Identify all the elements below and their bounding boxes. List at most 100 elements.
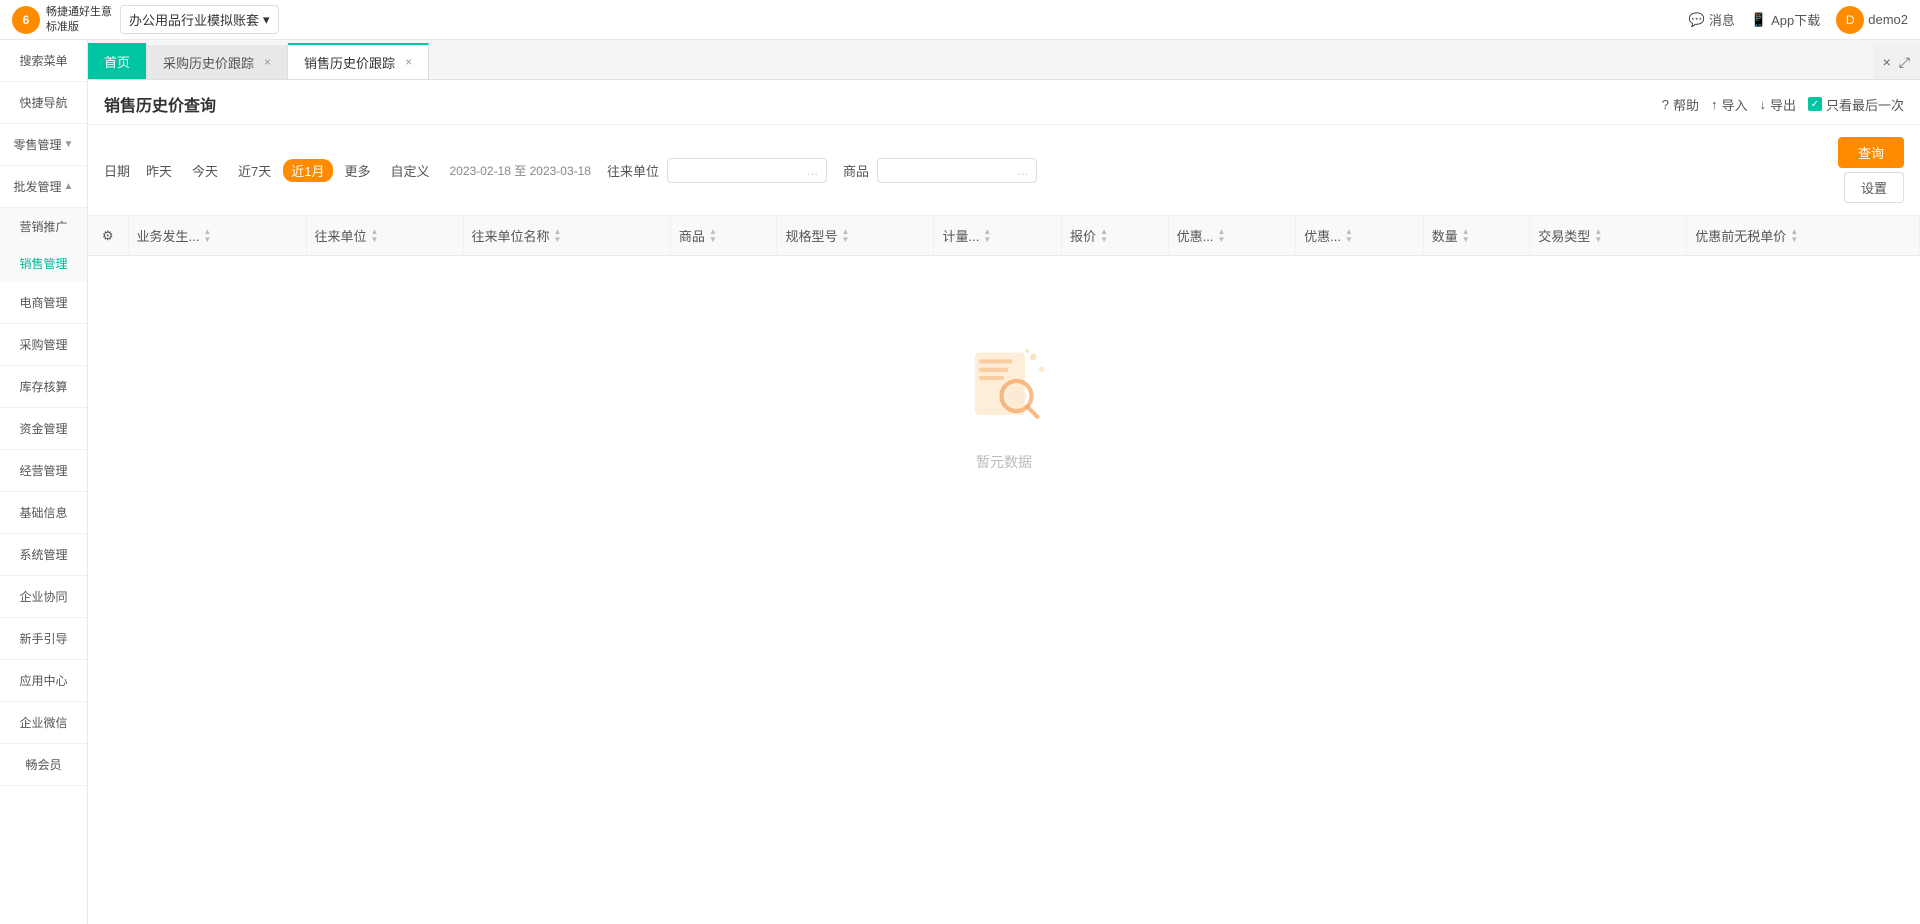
page-title: 销售历史价查询 — [104, 92, 216, 116]
th-trade-type[interactable]: 交易类型 ▲▼ — [1530, 216, 1687, 256]
message-btn[interactable]: 💬 消息 — [1689, 10, 1735, 29]
counterpart-label: 往来单位 — [607, 161, 659, 180]
date-opt-yesterday[interactable]: 昨天 — [138, 159, 180, 182]
chevron-down-icon: ▼ — [64, 139, 74, 150]
data-table: ⚙ 业务发生... ▲▼ 往来单位 — [88, 216, 1920, 256]
sidebar-item-search[interactable]: 搜索菜单 — [0, 40, 87, 82]
tab-purchase-history[interactable]: 采购历史价跟踪 × — [147, 45, 288, 79]
user-menu[interactable]: D demo2 — [1836, 6, 1908, 34]
sidebar-item-members[interactable]: 畅会员 — [0, 744, 87, 786]
main-layout: 搜索菜单 快捷导航 零售管理 ▼ 批发管理 ▲ 营销推广 销售管理 电商管理 采… — [0, 40, 1920, 924]
help-btn[interactable]: ? 帮助 — [1662, 95, 1699, 114]
empty-text: 暂元数据 — [976, 452, 1032, 472]
date-opt-custom[interactable]: 自定义 — [383, 159, 438, 182]
sort-icon: ▲▼ — [1217, 228, 1225, 244]
sort-icon: ▲▼ — [203, 228, 211, 244]
empty-state: 暂元数据 — [88, 256, 1920, 552]
sort-icon: ▲▼ — [709, 228, 717, 244]
sidebar-item-finance[interactable]: 资金管理 — [0, 408, 87, 450]
sidebar: 搜索菜单 快捷导航 零售管理 ▼ 批发管理 ▲ 营销推广 销售管理 电商管理 采… — [0, 40, 88, 924]
date-range-display: 2023-02-18 至 2023-03-18 — [450, 162, 591, 179]
date-opt-1month[interactable]: 近1月 — [283, 159, 332, 182]
th-biz-date[interactable]: 业务发生... ▲▼ — [128, 216, 306, 256]
date-opt-7days[interactable]: 近7天 — [230, 159, 279, 182]
counterpart-filter-group: 往来单位 ... — [607, 158, 827, 183]
chevron-down-icon: ▾ — [263, 12, 270, 28]
sort-icon: ▲▼ — [842, 228, 850, 244]
sidebar-item-quicknav[interactable]: 快捷导航 — [0, 82, 87, 124]
content-area: 销售历史价查询 ? 帮助 ↑ 导入 ↓ 导出 ✓ — [88, 80, 1920, 924]
sidebar-item-marketing[interactable]: 营销推广 — [0, 208, 87, 245]
page-actions: ? 帮助 ↑ 导入 ↓ 导出 ✓ 只看最后一次 — [1662, 95, 1904, 114]
th-counterpart[interactable]: 往来单位 ▲▼ — [306, 216, 463, 256]
th-spec[interactable]: 规格型号 ▲▼ — [777, 216, 934, 256]
close-sales-tab-icon[interactable]: × — [405, 55, 412, 69]
workspace-dropdown[interactable]: 办公用品行业模拟账套 ▾ — [120, 5, 279, 34]
sidebar-item-wechat[interactable]: 企业微信 — [0, 702, 87, 744]
mobile-icon: 📱 — [1751, 12, 1767, 28]
table-header-row: ⚙ 业务发生... ▲▼ 往来单位 — [88, 216, 1920, 256]
goods-filter-group: 商品 ... — [843, 158, 1037, 183]
empty-state-icon — [954, 336, 1054, 436]
logo-text: 畅捷通好生意 标准版 — [46, 5, 112, 34]
checkbox-icon: ✓ — [1808, 97, 1822, 111]
close-tab-btn[interactable]: × — [1883, 54, 1891, 70]
gear-icon: ⚙ — [102, 228, 114, 243]
logo-icon: 6 — [12, 6, 40, 34]
app-download-btn[interactable]: 📱 App下载 — [1751, 10, 1820, 29]
th-discount1[interactable]: 优惠... ▲▼ — [1168, 216, 1296, 256]
th-settings[interactable]: ⚙ — [88, 216, 128, 256]
sidebar-item-ecommerce[interactable]: 电商管理 — [0, 282, 87, 324]
sidebar-item-sales[interactable]: 销售管理 — [0, 245, 87, 282]
sidebar-item-enterprise[interactable]: 企业协同 — [0, 576, 87, 618]
tab-home[interactable]: 首页 — [88, 43, 147, 79]
th-unit[interactable]: 计量... ▲▼ — [934, 216, 1062, 256]
tab-bar: 首页 采购历史价跟踪 × 销售历史价跟踪 × × ⤢ — [88, 40, 1920, 80]
header-right: 💬 消息 📱 App下载 D demo2 — [1689, 6, 1908, 34]
page-header: 销售历史价查询 ? 帮助 ↑ 导入 ↓ 导出 ✓ — [88, 80, 1920, 125]
date-label: 日期 — [104, 161, 130, 180]
only-last-checkbox[interactable]: ✓ 只看最后一次 — [1808, 95, 1904, 114]
header-left: 6 畅捷通好生意 标准版 办公用品行业模拟账套 ▾ — [12, 5, 279, 34]
sidebar-item-basic-info[interactable]: 基础信息 — [0, 492, 87, 534]
help-icon: ? — [1662, 97, 1669, 112]
date-opt-today[interactable]: 今天 — [184, 159, 226, 182]
sidebar-item-guide[interactable]: 新手引导 — [0, 618, 87, 660]
top-header: 6 畅捷通好生意 标准版 办公用品行业模拟账套 ▾ 💬 消息 📱 App下载 D… — [0, 0, 1920, 40]
close-purchase-tab-icon[interactable]: × — [264, 55, 271, 69]
sidebar-item-retail[interactable]: 零售管理 ▼ — [0, 124, 87, 166]
import-btn[interactable]: ↑ 导入 — [1711, 95, 1748, 114]
date-opt-more[interactable]: 更多 — [337, 159, 379, 182]
th-counterpart-name[interactable]: 往来单位名称 ▲▼ — [463, 216, 670, 256]
sort-icon: ▲▼ — [1462, 228, 1470, 244]
sidebar-item-purchase[interactable]: 采购管理 — [0, 324, 87, 366]
goods-input[interactable]: ... — [877, 158, 1037, 183]
sidebar-item-wholesale[interactable]: 批发管理 ▲ — [0, 166, 87, 208]
goods-dots: ... — [1017, 163, 1028, 178]
sidebar-item-appstore[interactable]: 应用中心 — [0, 660, 87, 702]
query-button[interactable]: 查询 — [1838, 137, 1904, 168]
th-quantity[interactable]: 数量 ▲▼ — [1423, 216, 1530, 256]
th-quote[interactable]: 报价 ▲▼ — [1062, 216, 1169, 256]
filter-bar: 日期 昨天 今天 近7天 近1月 更多 自定义 2023-02-18 至 202… — [88, 125, 1920, 216]
settings-button[interactable]: 设置 — [1844, 172, 1904, 203]
message-icon: 💬 — [1689, 12, 1705, 28]
filter-right-actions: 查询 设置 — [1838, 137, 1904, 203]
counterpart-input[interactable]: ... — [667, 158, 827, 183]
export-btn[interactable]: ↓ 导出 — [1759, 95, 1796, 114]
th-goods[interactable]: 商品 ▲▼ — [670, 216, 777, 256]
sort-icon: ▲▼ — [983, 228, 991, 244]
sidebar-item-system[interactable]: 系统管理 — [0, 534, 87, 576]
maximize-tab-btn[interactable]: ⤢ — [1899, 54, 1910, 71]
sort-icon: ▲▼ — [1594, 228, 1602, 244]
sidebar-item-inventory[interactable]: 库存核算 — [0, 366, 87, 408]
sort-icon: ▲▼ — [1790, 228, 1798, 244]
th-pretax-price[interactable]: 优惠前无税单价 ▲▼ — [1687, 216, 1920, 256]
logo-area: 6 畅捷通好生意 标准版 — [12, 5, 112, 34]
tab-sales-history[interactable]: 销售历史价跟踪 × — [288, 43, 429, 79]
th-discount2[interactable]: 优惠... ▲▼ — [1296, 216, 1424, 256]
table-container: ⚙ 业务发生... ▲▼ 往来单位 — [88, 216, 1920, 924]
sidebar-item-operations[interactable]: 经营管理 — [0, 450, 87, 492]
avatar: D — [1836, 6, 1864, 34]
export-icon: ↓ — [1759, 97, 1766, 112]
